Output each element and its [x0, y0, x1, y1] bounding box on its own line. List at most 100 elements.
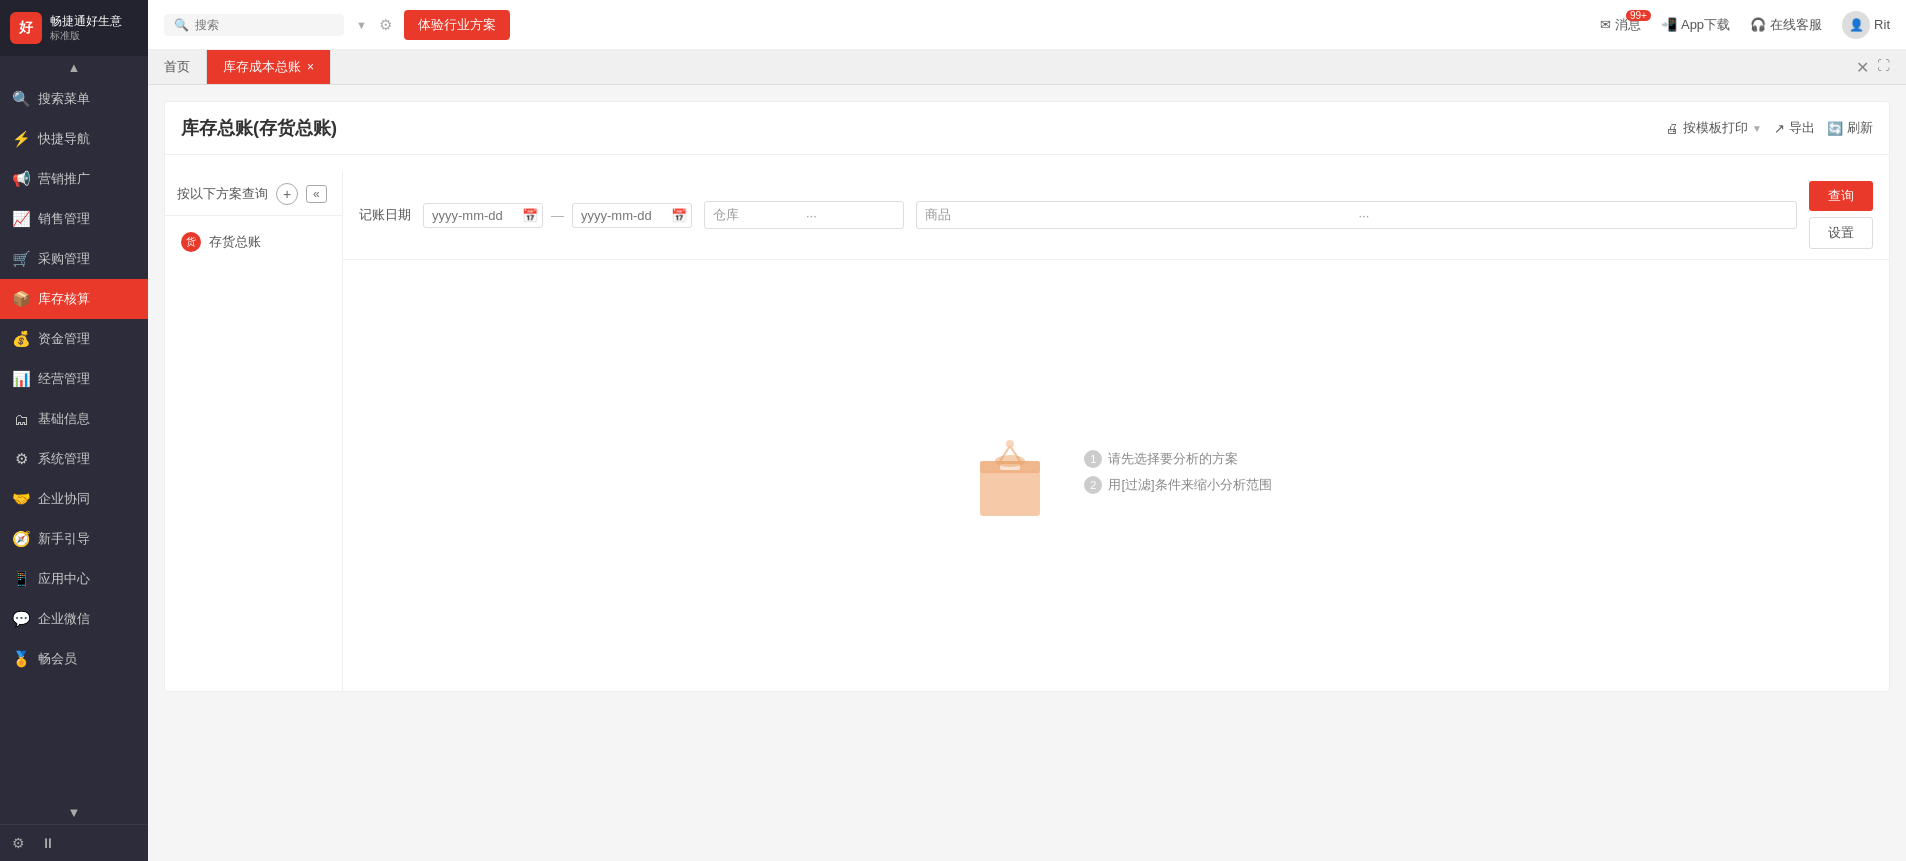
calendar-start-icon[interactable]: 📅 [522, 208, 538, 223]
sidebar-item-enterprise[interactable]: 🤝 企业协同 [0, 479, 148, 519]
sidebar-item-wechat[interactable]: 💬 企业微信 [0, 599, 148, 639]
settings-button[interactable]: 设置 [1809, 217, 1873, 249]
sidebar-item-member[interactable]: 🏅 畅会员 [0, 639, 148, 679]
sidebar-item-operations[interactable]: 📊 经营管理 [0, 359, 148, 399]
topbar-actions: ✉ 消息 99+ 📲 App下载 🎧 在线客服 👤 Rit [1600, 11, 1890, 39]
tab-home[interactable]: 首页 [148, 50, 207, 84]
sidebar-item-basic[interactable]: 🗂 基础信息 [0, 399, 148, 439]
sidebar-item-label: 应用中心 [38, 570, 90, 588]
scheme-item-label: 存货总账 [209, 233, 261, 251]
sidebar-scroll-down[interactable]: ▼ [0, 801, 148, 824]
enterprise-icon: 🤝 [12, 490, 30, 508]
logo-badge: 标准版 [50, 29, 122, 43]
page-title: 库存总账(存货总账) [181, 116, 337, 140]
online-service-button[interactable]: 🎧 在线客服 [1750, 16, 1822, 34]
sidebar-item-sales[interactable]: 📈 销售管理 [0, 199, 148, 239]
message-button[interactable]: ✉ 消息 99+ [1600, 16, 1641, 34]
warehouse-more-icon[interactable]: ··· [806, 208, 895, 223]
sidebar-item-appcenter[interactable]: 📱 应用中心 [0, 559, 148, 599]
logo-text: 畅捷通好生意 [50, 13, 122, 30]
filter-panel-label: 按以下方案查询 [177, 185, 268, 203]
tab-inventory-ledger[interactable]: 库存成本总账 × [207, 50, 331, 84]
svg-point-3 [995, 455, 1025, 467]
calendar-end-icon[interactable]: 📅 [671, 208, 687, 223]
sidebar-item-label: 新手引导 [38, 530, 90, 548]
sidebar-item-label: 搜索菜单 [38, 90, 90, 108]
scheme-list: 货 存货总账 [165, 216, 342, 260]
filter-add-button[interactable]: + [276, 183, 298, 205]
purchase-icon: 🛒 [12, 250, 30, 268]
online-service-icon: 🎧 [1750, 17, 1766, 32]
sidebar-nav: 🔍 搜索菜单 ⚡ 快捷导航 📢 营销推广 📈 销售管理 🛒 采购管理 📦 库存核… [0, 79, 148, 801]
print-button[interactable]: 🖨 按模板打印 ▼ [1666, 119, 1762, 137]
sidebar-item-marketing[interactable]: 📢 营销推广 [0, 159, 148, 199]
empty-illustration [960, 426, 1060, 526]
sidebar-item-label: 销售管理 [38, 210, 90, 228]
hint1-text: 请先选择要分析的方案 [1108, 450, 1238, 468]
sales-icon: 📈 [12, 210, 30, 228]
sidebar-item-label: 基础信息 [38, 410, 90, 428]
settings-footer-icon[interactable]: ⚙ [12, 835, 25, 851]
export-icon: ↗ [1774, 121, 1785, 136]
sidebar-logo: 好 畅捷通好生意 标准版 [0, 0, 148, 56]
goods-selector[interactable]: 商品 ··· [916, 201, 1797, 229]
avatar: 👤 [1842, 11, 1870, 39]
marketing-icon: 📢 [12, 170, 30, 188]
sidebar-item-inventory[interactable]: 📦 库存核算 [0, 279, 148, 319]
industry-solution-button[interactable]: 体验行业方案 [404, 10, 510, 40]
sidebar: 好 畅捷通好生意 标准版 ▲ 🔍 搜索菜单 ⚡ 快捷导航 📢 营销推广 📈 销售… [0, 0, 148, 861]
panel-expand-button[interactable]: ⛶ [1877, 58, 1890, 77]
refresh-icon: 🔄 [1827, 121, 1843, 136]
sidebar-item-purchase[interactable]: 🛒 采购管理 [0, 239, 148, 279]
username-label: Rit [1874, 17, 1890, 32]
topbar-search-box[interactable]: 🔍 [164, 14, 344, 36]
member-icon: 🏅 [12, 650, 30, 668]
warehouse-selector[interactable]: 仓库 ··· [704, 201, 904, 229]
panel-close-button[interactable]: ✕ [1856, 58, 1869, 77]
tab-close-icon[interactable]: × [307, 61, 314, 73]
sidebar-item-search[interactable]: 🔍 搜索菜单 [0, 79, 148, 119]
message-icon: ✉ [1600, 17, 1611, 32]
sidebar-item-finance[interactable]: 💰 资金管理 [0, 319, 148, 359]
refresh-button[interactable]: 🔄 刷新 [1827, 119, 1873, 137]
scheme-item-inventory[interactable]: 货 存货总账 [165, 224, 342, 260]
main-area: 🔍 ▼ ⚙ 体验行业方案 ✉ 消息 99+ 📲 App下载 🎧 在线客服 👤 R… [148, 0, 1906, 861]
date-start-input[interactable]: 📅 [423, 203, 543, 228]
date-separator: — [551, 208, 564, 223]
finance-icon: 💰 [12, 330, 30, 348]
step1-num: 1 [1084, 450, 1102, 468]
user-avatar[interactable]: 👤 Rit [1842, 11, 1890, 39]
audio-footer-icon[interactable]: ⏸ [41, 835, 55, 851]
search-dropdown-icon[interactable]: ▼ [356, 19, 367, 31]
export-button[interactable]: ↗ 导出 [1774, 119, 1815, 137]
date-range-field: 📅 — 📅 [423, 203, 692, 228]
topbar-gear-icon[interactable]: ⚙ [379, 16, 392, 34]
print-dropdown-icon[interactable]: ▼ [1752, 123, 1762, 134]
sidebar-item-label: 经营管理 [38, 370, 90, 388]
warehouse-label: 仓库 [713, 206, 802, 224]
logo-icon: 好 [10, 12, 42, 44]
search-input[interactable] [195, 18, 315, 32]
sidebar-scroll-up[interactable]: ▲ [0, 56, 148, 79]
scheme-icon: 货 [181, 232, 201, 252]
app-download-button[interactable]: 📲 App下载 [1661, 16, 1730, 34]
date-field-label: 记账日期 [359, 206, 411, 224]
filter-collapse-button[interactable]: « [306, 185, 327, 203]
search-icon: 🔍 [12, 90, 30, 108]
goods-more-icon[interactable]: ··· [1359, 208, 1789, 223]
inventory-icon: 📦 [12, 290, 30, 308]
wechat-icon: 💬 [12, 610, 30, 628]
page-content: 库存总账(存货总账) 🖨 按模板打印 ▼ ↗ 导出 🔄 刷新 [148, 85, 1906, 861]
sidebar-item-newuser[interactable]: 🧭 新手引导 [0, 519, 148, 559]
query-button[interactable]: 查询 [1809, 181, 1873, 211]
date-end-input[interactable]: 📅 [572, 203, 692, 228]
hint2-text: 用[过滤]条件来缩小分析范围 [1108, 476, 1271, 494]
filter-panel: 按以下方案查询 + « 货 存货总账 [165, 171, 343, 691]
sidebar-item-label: 企业微信 [38, 610, 90, 628]
sidebar-item-system[interactable]: ⚙ 系统管理 [0, 439, 148, 479]
shortcut-icon: ⚡ [12, 130, 30, 148]
sidebar-item-label: 快捷导航 [38, 130, 90, 148]
system-icon: ⚙ [12, 450, 30, 468]
search-icon: 🔍 [174, 18, 189, 32]
sidebar-item-shortcut[interactable]: ⚡ 快捷导航 [0, 119, 148, 159]
